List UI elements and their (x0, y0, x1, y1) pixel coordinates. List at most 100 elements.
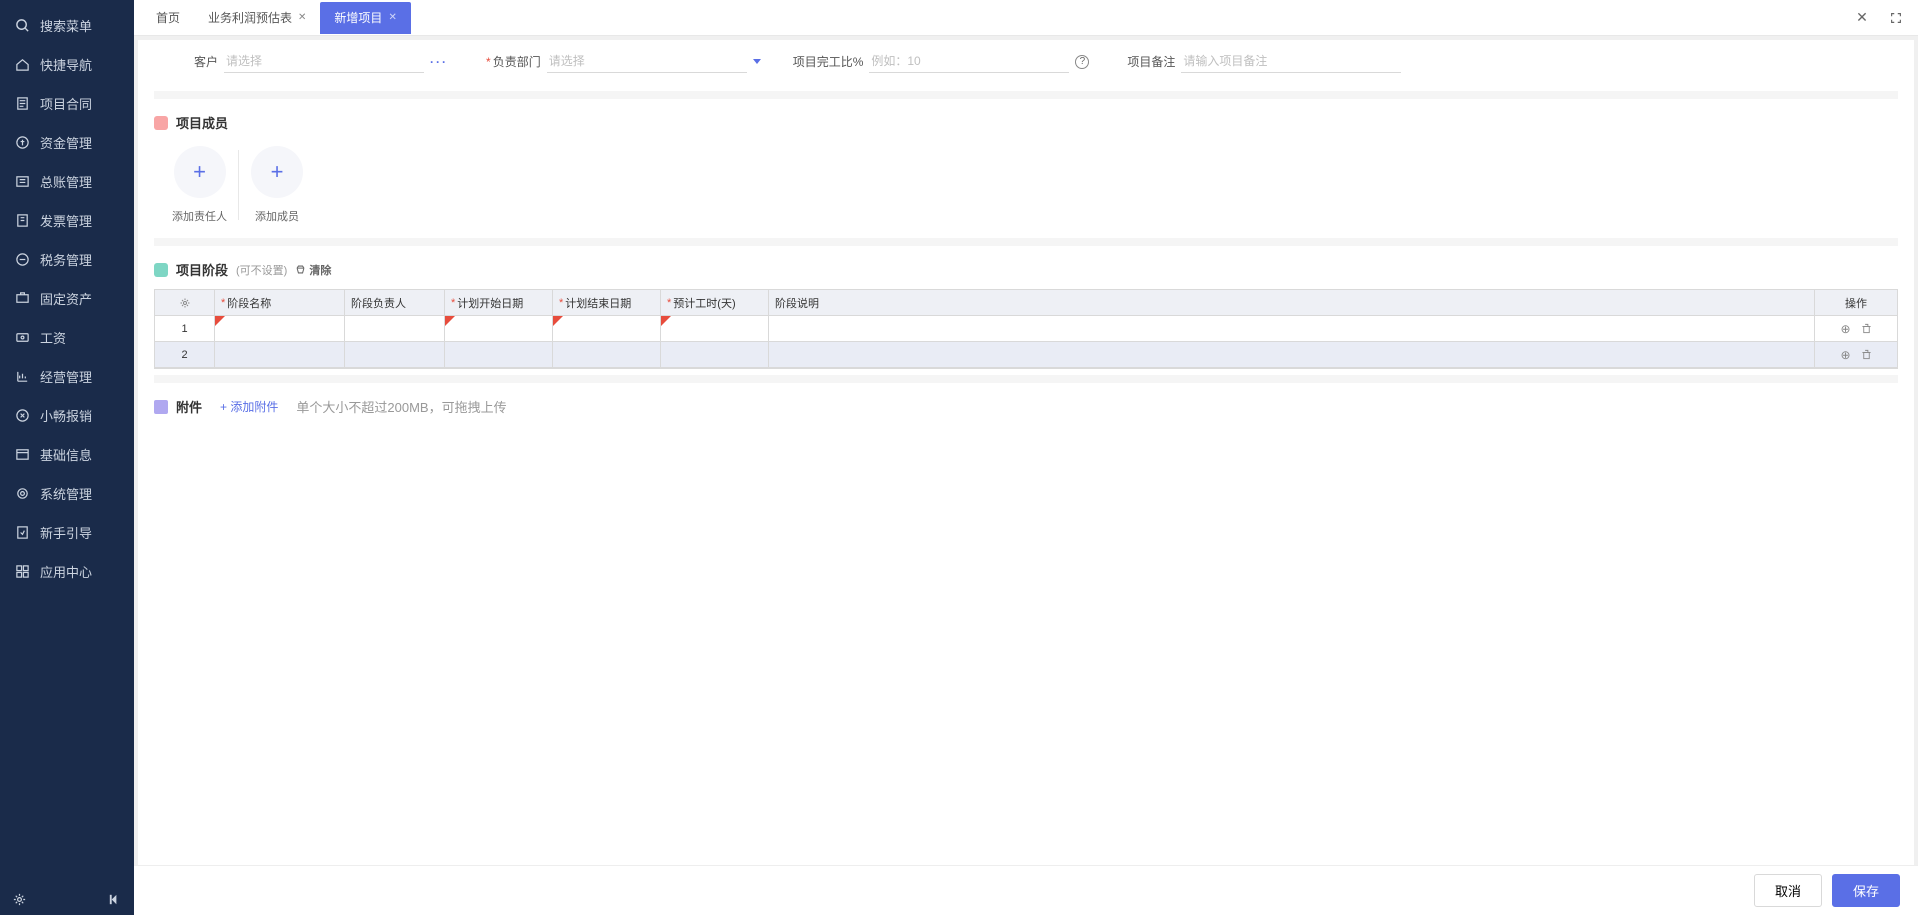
tab-home[interactable]: 首页 (142, 2, 194, 34)
header-stage-owner: 阶段负责人 (345, 290, 445, 316)
stages-table: *阶段名称 阶段负责人 *计划开始日期 *计划结束日期 *预计工时(天) 阶段说… (154, 289, 1898, 369)
header-ops: 操作 (1815, 290, 1897, 316)
content-panel: 客户 ··· *负责部门 项目完工比% ? 项目备注 (138, 40, 1914, 911)
sidebar-item-expense[interactable]: 小畅报销 (0, 396, 134, 435)
sidebar-item-invoice[interactable]: 发票管理 (0, 201, 134, 240)
tax-icon (14, 252, 30, 268)
help-icon[interactable]: ? (1075, 55, 1089, 69)
sidebar-item-business[interactable]: 经营管理 (0, 357, 134, 396)
header-stage-name: *阶段名称 (215, 290, 345, 316)
info-icon (14, 447, 30, 463)
header-start-date: *计划开始日期 (445, 290, 553, 316)
required-flag-icon (661, 316, 671, 326)
members-icon (154, 116, 168, 130)
sidebar-item-guide[interactable]: 新手引导 (0, 513, 134, 552)
sidebar-item-label: 工资 (40, 328, 66, 347)
salary-icon (14, 330, 30, 346)
chevron-down-icon[interactable] (753, 59, 761, 64)
coins-icon (14, 135, 30, 151)
clear-stages-button[interactable]: 清除 (295, 262, 331, 278)
add-member-button[interactable]: + 添加成员 (251, 146, 303, 224)
close-icon[interactable]: ✕ (388, 12, 396, 23)
sidebar-item-label: 新手引导 (40, 523, 92, 542)
header-end-date: *计划结束日期 (553, 290, 661, 316)
sidebar-item-label: 快捷导航 (40, 55, 92, 74)
cancel-button[interactable]: 取消 (1754, 874, 1822, 907)
search-icon (14, 18, 30, 34)
ledger-icon (14, 174, 30, 190)
sidebar-item-contract[interactable]: 项目合同 (0, 84, 134, 123)
fullscreen-icon[interactable] (1884, 6, 1908, 30)
close-panel-icon[interactable]: ✕ (1850, 6, 1874, 30)
assets-icon (14, 291, 30, 307)
add-attachment-button[interactable]: + 添加附件 (220, 398, 278, 415)
table-row[interactable]: 1 (155, 316, 1814, 342)
delete-row-icon[interactable] (1861, 349, 1872, 360)
required-flag-icon (553, 316, 563, 326)
folder-icon (154, 400, 168, 414)
sidebar-item-label: 系统管理 (40, 484, 92, 503)
save-button[interactable]: 保存 (1832, 874, 1900, 907)
sidebar-item-system[interactable]: 系统管理 (0, 474, 134, 513)
sidebar-item-search[interactable]: 搜索菜单 (0, 6, 134, 45)
sidebar-item-label: 固定资产 (40, 289, 92, 308)
add-row-icon[interactable]: ⊕ (1840, 348, 1850, 362)
sidebar-item-label: 基础信息 (40, 445, 92, 464)
plus-icon: + (251, 146, 303, 198)
section-stages: 项目阶段 (可不设置) 清除 *阶段名称 阶段负责 (154, 238, 1898, 369)
sidebar: 搜索菜单 快捷导航 项目合同 资金管理 (0, 0, 134, 915)
label-completion: 项目完工比% (793, 53, 864, 70)
section-title: 附件 (176, 397, 202, 416)
completion-input[interactable] (869, 50, 1069, 73)
sidebar-item-appcenter[interactable]: 应用中心 (0, 552, 134, 591)
section-title: 项目成员 (176, 113, 228, 132)
sidebar-item-quicknav[interactable]: 快捷导航 (0, 45, 134, 84)
label-customer: 客户 (194, 53, 218, 70)
gear-icon (14, 486, 30, 502)
sidebar-item-basicinfo[interactable]: 基础信息 (0, 435, 134, 474)
collapse-icon[interactable] (107, 892, 122, 907)
chart-icon (14, 369, 30, 385)
sidebar-item-funds[interactable]: 资金管理 (0, 123, 134, 162)
remark-input[interactable] (1181, 50, 1401, 73)
main-area: 首页 业务利润预估表 ✕ 新增项目 ✕ ✕ 客户 (134, 0, 1918, 915)
label-department: *负责部门 (486, 53, 541, 70)
header-settings[interactable] (155, 290, 215, 316)
header-desc: 阶段说明 (769, 290, 1814, 316)
sidebar-item-label: 小畅报销 (40, 406, 92, 425)
tab-new-project[interactable]: 新增项目 ✕ (320, 2, 410, 34)
tab-profit-estimate[interactable]: 业务利润预估表 ✕ (194, 2, 320, 34)
header-hours: *预计工时(天) (661, 290, 769, 316)
close-icon[interactable]: ✕ (298, 12, 306, 23)
sidebar-item-salary[interactable]: 工资 (0, 318, 134, 357)
department-select[interactable] (547, 50, 747, 73)
invoice-icon (14, 213, 30, 229)
document-icon (14, 96, 30, 112)
section-title: 项目阶段 (176, 260, 228, 279)
home-icon (14, 57, 30, 73)
more-icon[interactable]: ··· (430, 55, 448, 69)
sidebar-item-label: 资金管理 (40, 133, 92, 152)
sidebar-item-label: 总账管理 (40, 172, 92, 191)
add-owner-button[interactable]: + 添加责任人 (172, 146, 227, 224)
delete-row-icon[interactable] (1861, 323, 1872, 334)
customer-select[interactable] (224, 50, 424, 73)
sidebar-item-assets[interactable]: 固定资产 (0, 279, 134, 318)
gear-icon (179, 297, 191, 309)
required-flag-icon (445, 316, 455, 326)
sidebar-item-label: 发票管理 (40, 211, 92, 230)
tab-bar: 首页 业务利润预估表 ✕ 新增项目 ✕ ✕ (134, 0, 1918, 36)
section-members: 项目成员 + 添加责任人 + 添加成员 (154, 91, 1898, 232)
form-row: 客户 ··· *负责部门 项目完工比% ? 项目备注 (154, 48, 1898, 85)
add-row-icon[interactable]: ⊕ (1840, 322, 1850, 336)
sidebar-item-label: 搜索菜单 (40, 16, 92, 35)
sidebar-item-label: 经营管理 (40, 367, 92, 386)
table-row[interactable]: 2 (155, 342, 1814, 368)
sidebar-item-ledger[interactable]: 总账管理 (0, 162, 134, 201)
settings-icon[interactable] (12, 892, 27, 907)
guide-icon (14, 525, 30, 541)
sidebar-item-label: 项目合同 (40, 94, 92, 113)
footer-actions: 取消 保存 (134, 865, 1918, 915)
stages-icon (154, 263, 168, 277)
sidebar-item-tax[interactable]: 税务管理 (0, 240, 134, 279)
